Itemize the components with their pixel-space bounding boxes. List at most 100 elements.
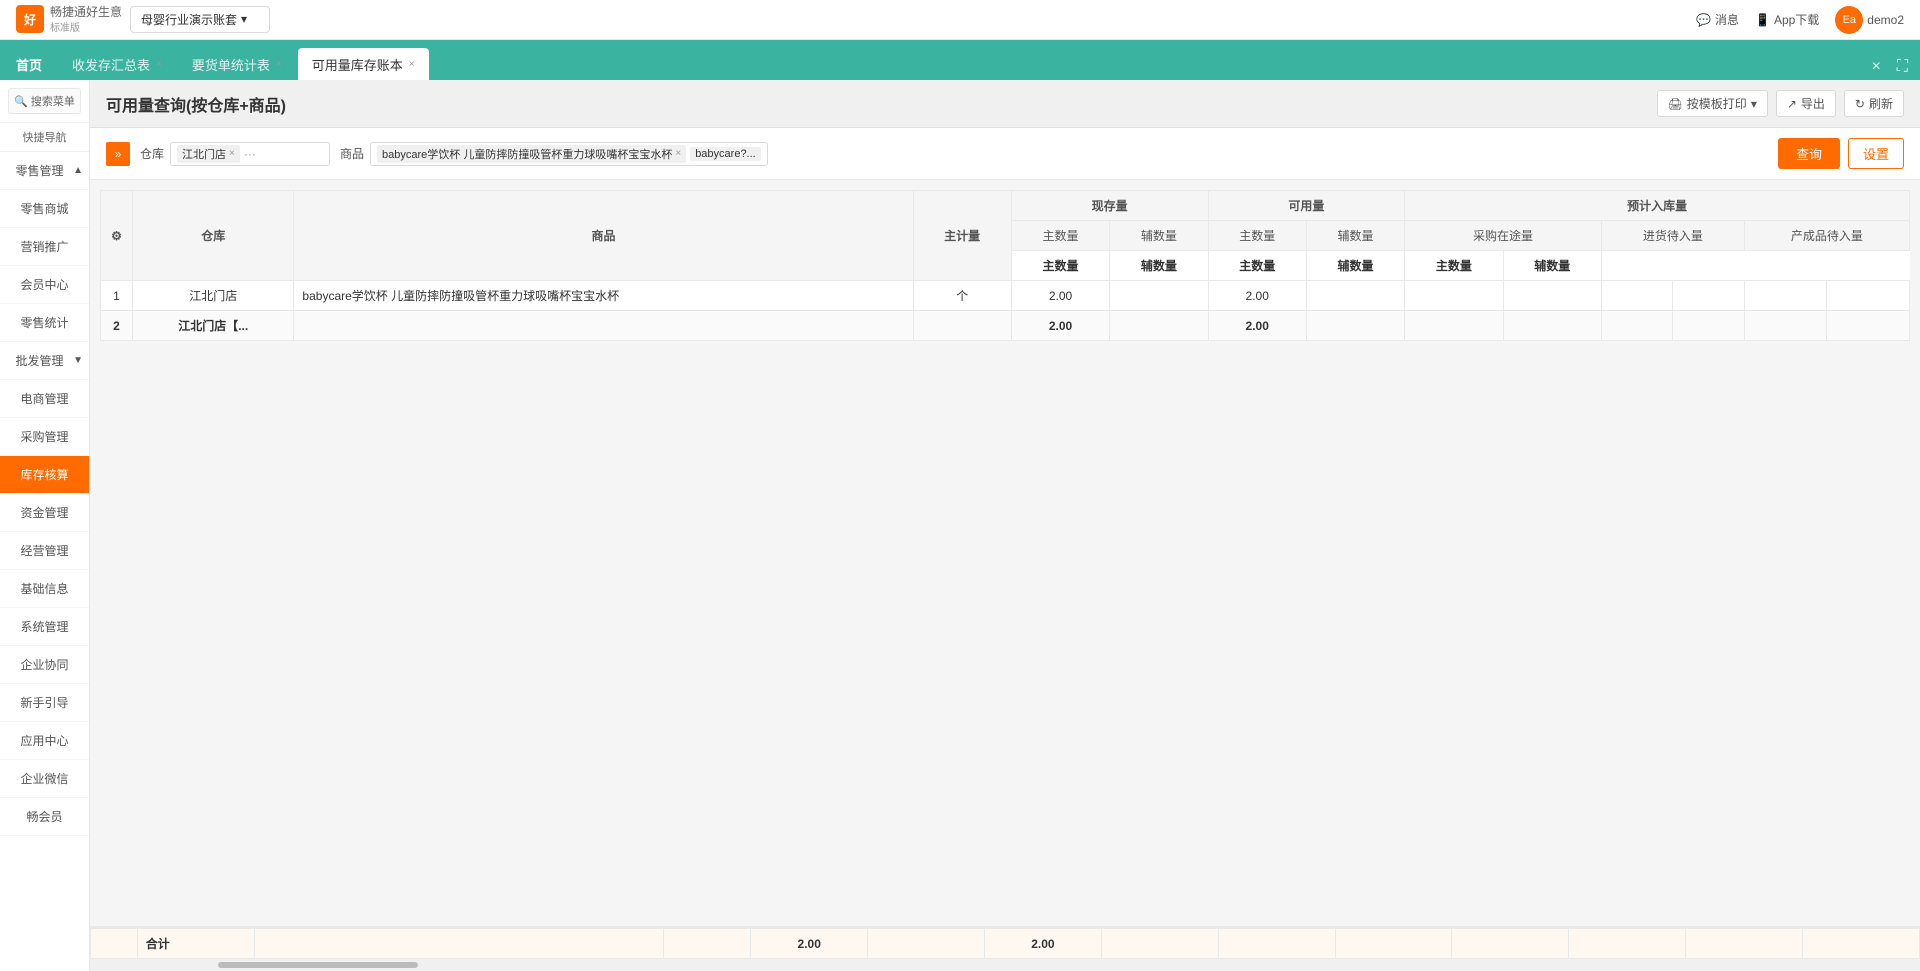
sidebar-item-basic-info[interactable]: 基础信息 <box>0 570 89 608</box>
quick-nav-label: 快捷导航 <box>23 132 67 144</box>
th-goods-pending-aux: 辅数量 <box>1306 251 1404 281</box>
row-1-avail-aux <box>1306 281 1404 311</box>
footer-empty-1 <box>91 929 138 959</box>
footer-stock-aux-total <box>868 929 985 959</box>
product-label: 商品 <box>340 145 364 162</box>
sidebar-item-inventory-label: 库存核算 <box>6 466 83 483</box>
warehouse-filter-group: 仓库 江北门店 × ··· <box>140 142 330 166</box>
tab-order-stats-close[interactable]: × <box>276 59 282 70</box>
sidebar-item-app-center[interactable]: 应用中心 <box>0 722 89 760</box>
sidebar-item-retail-mall[interactable]: 零售商城 <box>0 190 89 228</box>
refresh-button[interactable]: ↻ 刷新 <box>1844 90 1904 117</box>
expand-toggle-button[interactable]: » <box>106 142 130 166</box>
filter-area: » 仓库 江北门店 × ··· 商品 babycare学饮杯 儿童防摔防撞吸管杯… <box>90 128 1920 180</box>
table-footer: 合计 2.00 2.00 <box>90 926 1920 971</box>
warehouse-tag-label: 江北门店 <box>182 146 226 162</box>
warehouse-tag-remove[interactable]: × <box>229 148 235 159</box>
nav-tabs: 首页 收发存汇总表 × 要货单统计表 × 可用量库存账本 × × ⛶ <box>0 40 1920 80</box>
row-1-warehouse: 江北门店 <box>133 281 294 311</box>
row-1-product-pending-aux <box>1827 281 1910 311</box>
sidebar-item-ecommerce-label: 电商管理 <box>6 390 83 407</box>
th-warehouse: 仓库 <box>133 191 294 281</box>
product-tag-area[interactable]: babycare学饮杯 儿童防摔防撞吸管杯重力球吸嘴杯宝宝水杯 × babyca… <box>370 142 768 166</box>
sidebar: 🔍 搜索菜单 快捷导航 零售管理 ▲ 零售商城 营销推广 会员中心 零售统计 批… <box>0 80 90 971</box>
sidebar-item-tutorial[interactable]: 新手引导 <box>0 684 89 722</box>
wholesale-expand-icon: ▼ <box>73 355 83 366</box>
th-goods-pending-main: 主数量 <box>1208 251 1306 281</box>
tab-home[interactable]: 首页 <box>2 48 56 80</box>
warehouse-tag-area[interactable]: 江北门店 × ··· <box>170 142 330 166</box>
footer-row: 合计 2.00 2.00 <box>91 929 1920 959</box>
row-1-index: 1 <box>101 281 133 311</box>
tab-summary-close[interactable]: × <box>156 59 162 70</box>
page-content: ⚙ 仓库 商品 主计量 现存量 可用量 预计入库量 主数量 辅数量 <box>90 180 1920 971</box>
quick-nav-button[interactable]: 快捷导航 <box>0 123 89 152</box>
table-row: 1 江北门店 babycare学饮杯 儿童防摔防撞吸管杯重力球吸嘴杯宝宝水杯 个… <box>101 281 1910 311</box>
sidebar-item-enterprise-collab[interactable]: 企业协同 <box>0 646 89 684</box>
filter-actions: 查询 设置 <box>1778 138 1904 169</box>
refresh-icon: ↻ <box>1855 97 1865 111</box>
user-area[interactable]: Ea demo2 <box>1835 6 1904 34</box>
setting-button[interactable]: 设置 <box>1848 138 1904 169</box>
sidebar-item-basic-info-label: 基础信息 <box>6 580 83 597</box>
sidebar-item-retail-stats[interactable]: 零售统计 <box>0 304 89 342</box>
th-purchase-transit-aux: 辅数量 <box>1110 251 1208 281</box>
th-product-pending: 产成品待入量 <box>1744 221 1909 251</box>
row-2-warehouse: 江北门店【... <box>133 311 294 341</box>
row-2-goods-pending-aux <box>1673 311 1744 341</box>
th-avail-main: 主数量 <box>1208 221 1306 251</box>
row-2-index: 2 <box>101 311 133 341</box>
warehouse-more-btn[interactable]: ··· <box>244 147 256 161</box>
search-menu-button[interactable]: 🔍 搜索菜单 <box>8 88 81 114</box>
scrollbar-area[interactable] <box>90 959 1920 971</box>
maximize-button[interactable]: ⛶ <box>1893 54 1912 80</box>
close-all-button[interactable]: × <box>1867 54 1884 80</box>
sidebar-item-ecommerce[interactable]: 电商管理 <box>0 380 89 418</box>
sidebar-search-area: 🔍 搜索菜单 <box>0 80 89 123</box>
export-button[interactable]: ↗ 导出 <box>1776 90 1836 117</box>
sidebar-item-retail-mgmt[interactable]: 零售管理 ▲ <box>0 152 89 190</box>
tab-available-qty-close[interactable]: × <box>409 59 415 70</box>
query-button[interactable]: 查询 <box>1778 138 1840 169</box>
tab-summary[interactable]: 收发存汇总表 × <box>58 48 176 80</box>
sidebar-item-enterprise-wechat[interactable]: 企业微信 <box>0 760 89 798</box>
sidebar-item-marketing-label: 营销推广 <box>6 238 83 255</box>
sidebar-item-wholesale[interactable]: 批发管理 ▼ <box>0 342 89 380</box>
footer-table: 合计 2.00 2.00 <box>90 928 1920 959</box>
industry-select[interactable]: 母婴行业演示账套 ▾ <box>130 6 270 33</box>
sidebar-item-member[interactable]: 会员中心 <box>0 266 89 304</box>
th-gear[interactable]: ⚙ <box>101 191 133 281</box>
product-tag-0-remove[interactable]: × <box>675 148 681 159</box>
message-icon: 💬 <box>1696 13 1711 27</box>
sidebar-item-inventory[interactable]: 库存核算 <box>0 456 89 494</box>
sidebar-item-tutorial-label: 新手引导 <box>6 694 83 711</box>
sidebar-item-operations[interactable]: 经营管理 <box>0 532 89 570</box>
app-download-button[interactable]: 📱 App下载 <box>1755 11 1819 28</box>
sidebar-item-marketing[interactable]: 营销推广 <box>0 228 89 266</box>
logo-sub: 标准版 <box>50 19 122 34</box>
print-button[interactable]: 🖨 按模板打印 ▾ <box>1657 90 1768 117</box>
sidebar-item-purchase[interactable]: 采购管理 <box>0 418 89 456</box>
sidebar-item-finance[interactable]: 资金管理 <box>0 494 89 532</box>
sidebar-item-system[interactable]: 系统管理 <box>0 608 89 646</box>
logo-area: 好 畅捷通好生意 标准版 <box>16 5 122 34</box>
horizontal-scrollbar[interactable] <box>218 962 418 968</box>
search-menu-label: 搜索菜单 <box>31 96 75 108</box>
message-button[interactable]: 💬 消息 <box>1696 11 1739 28</box>
print-dropdown-icon: ▾ <box>1751 97 1757 111</box>
th-product-pending-aux: 辅数量 <box>1503 251 1601 281</box>
row-1-purchase-transit-aux <box>1503 281 1601 311</box>
tab-available-qty[interactable]: 可用量库存账本 × <box>298 48 429 80</box>
th-product-pending-main: 主数量 <box>1405 251 1503 281</box>
page-actions: 🖨 按模板打印 ▾ ↗ 导出 ↻ 刷新 <box>1657 90 1904 117</box>
sidebar-item-member-plus[interactable]: 畅会员 <box>0 798 89 836</box>
app-download-label: App下载 <box>1774 11 1819 28</box>
row-2-unit <box>913 311 1011 341</box>
tab-order-stats[interactable]: 要货单统计表 × <box>178 48 296 80</box>
export-label: 导出 <box>1801 95 1825 112</box>
footer-product-pending-main-total <box>1686 929 1803 959</box>
table-scroll[interactable]: ⚙ 仓库 商品 主计量 现存量 可用量 预计入库量 主数量 辅数量 <box>100 190 1910 341</box>
row-2-stock-main: 2.00 <box>1011 311 1109 341</box>
print-icon: 🖨 <box>1668 97 1683 111</box>
logo-text-block: 畅捷通好生意 标准版 <box>50 5 122 34</box>
